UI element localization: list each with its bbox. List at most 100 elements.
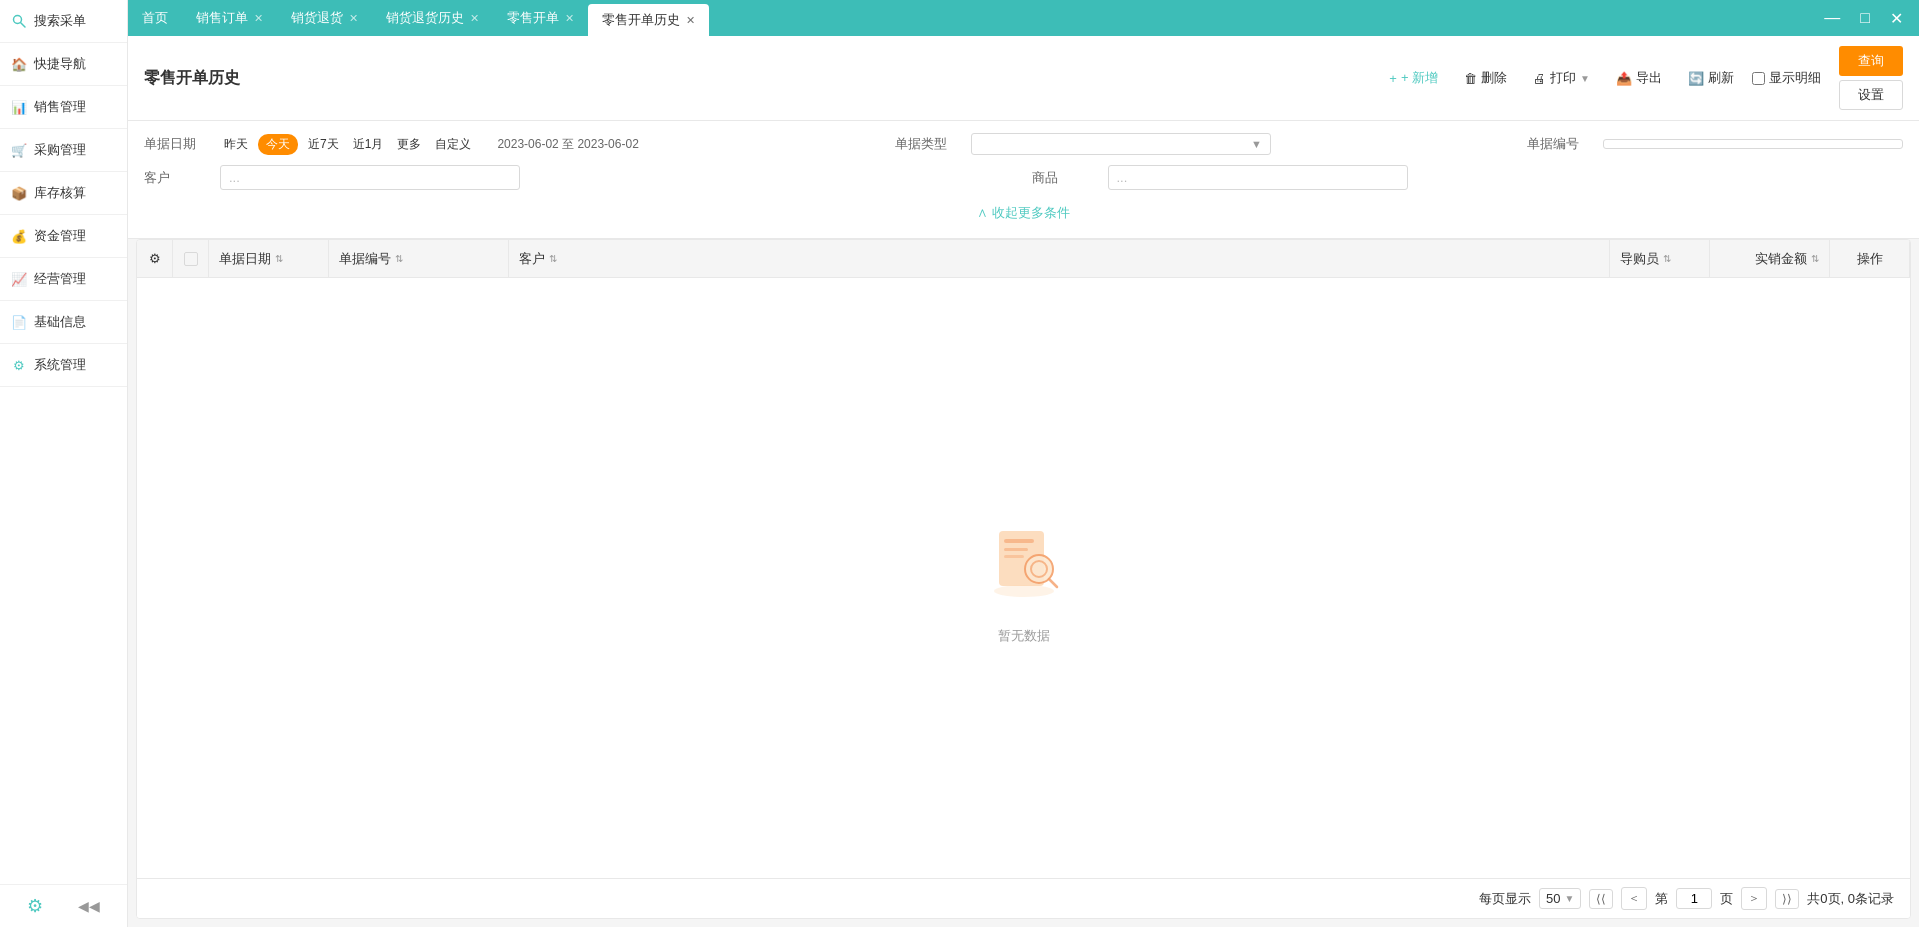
settings-footer-icon[interactable]: ⚙ — [27, 895, 43, 917]
shortcut-custom[interactable]: 自定义 — [431, 134, 475, 155]
svg-rect-4 — [1004, 539, 1034, 543]
sidebar-item-system-mgmt[interactable]: ⚙ 系统管理 — [0, 344, 127, 387]
export-icon: 📤 — [1616, 71, 1632, 86]
maximize-button[interactable]: □ — [1854, 7, 1876, 29]
th-guide[interactable]: 导购员 ⇅ — [1610, 240, 1710, 277]
filter-row-2: 客户 ... 商品 ... — [144, 165, 1903, 190]
query-button[interactable]: 查询 — [1839, 46, 1903, 76]
export-button[interactable]: 📤 导出 — [1608, 65, 1670, 91]
tab-bar: 首页 销售订单 ✕ 销货退货 ✕ 销货退货历史 ✕ 零售开单 ✕ 零售开单历史 … — [128, 0, 1919, 36]
display-cols-toggle[interactable]: 显示明细 — [1752, 69, 1821, 87]
order-type-label: 单据类型 — [895, 135, 955, 153]
tab-sales-return-close[interactable]: ✕ — [349, 12, 358, 25]
page-last-btn[interactable]: ⟩⟩ — [1775, 889, 1799, 909]
collapse-sidebar-btn[interactable]: ◀◀ — [78, 898, 100, 914]
tab-sales-order-close[interactable]: ✕ — [254, 12, 263, 25]
tab-sales-return[interactable]: 销货退货 ✕ — [277, 0, 372, 36]
sidebar-item-operation-mgmt[interactable]: 📈 经营管理 — [0, 258, 127, 301]
filter-row-1: 单据日期 昨天 今天 近7天 近1月 更多 自定义 2023-06-02 至 2… — [144, 133, 1903, 155]
empty-illustration — [974, 511, 1074, 611]
close-button[interactable]: ✕ — [1884, 7, 1909, 30]
sidebar-search-label: 搜索采单 — [34, 12, 86, 30]
page-size-value: 50 — [1546, 891, 1560, 906]
refresh-icon: 🔄 — [1688, 71, 1704, 86]
new-button[interactable]: + + 新增 — [1381, 65, 1446, 91]
sidebar-item-inventory-mgmt[interactable]: 📦 库存核算 — [0, 172, 127, 215]
print-icon: 🖨 — [1533, 71, 1546, 86]
shortcut-last7[interactable]: 近7天 — [304, 134, 343, 155]
sidebar-item-label: 销售管理 — [34, 98, 86, 116]
page-header: 零售开单历史 + + 新增 🗑 删除 🖨 打印 ▼ 📤 导出 🔄 刷新 — [128, 36, 1919, 121]
page-size-select[interactable]: 50 ▼ — [1539, 888, 1581, 909]
select-all-checkbox[interactable] — [184, 252, 198, 266]
tab-sales-return-history-close[interactable]: ✕ — [470, 12, 479, 25]
sidebar-item-basic-info[interactable]: 📄 基础信息 — [0, 301, 127, 344]
sidebar-item-label: 基础信息 — [34, 313, 86, 331]
empty-state: 暂无数据 — [137, 278, 1910, 878]
th-amount[interactable]: 实销金额 ⇅ — [1710, 240, 1830, 277]
order-no-input[interactable] — [1603, 139, 1903, 149]
tab-retail-open[interactable]: 零售开单 ✕ — [493, 0, 588, 36]
product-label: 商品 — [1032, 169, 1092, 187]
toolbar: + + 新增 🗑 删除 🖨 打印 ▼ 📤 导出 🔄 刷新 — [1381, 46, 1903, 110]
shortcut-today[interactable]: 今天 — [258, 134, 298, 155]
empty-text: 暂无数据 — [998, 627, 1050, 645]
page-prev-btn[interactable]: ＜ — [1621, 887, 1647, 910]
page-next-btn[interactable]: ＞ — [1741, 887, 1767, 910]
shortcut-more[interactable]: 更多 — [393, 134, 425, 155]
sidebar-item-purchase-mgmt[interactable]: 🛒 采购管理 — [0, 129, 127, 172]
bar-icon: 📈 — [10, 270, 28, 288]
window-controls: — □ ✕ — [1818, 7, 1919, 30]
sidebar-search[interactable]: 搜索采单 — [0, 0, 127, 43]
shortcut-yesterday[interactable]: 昨天 — [220, 134, 252, 155]
product-input[interactable]: ... — [1108, 165, 1408, 190]
sidebar-item-label: 采购管理 — [34, 141, 86, 159]
print-button[interactable]: 🖨 打印 ▼ — [1525, 65, 1598, 91]
display-cols-checkbox[interactable] — [1752, 72, 1765, 85]
svg-line-1 — [21, 23, 26, 28]
settings-button[interactable]: 设置 — [1839, 80, 1903, 110]
collapse-filter-btn[interactable]: ∧ 收起更多条件 — [144, 200, 1903, 226]
sort-guide-icon: ⇅ — [1663, 253, 1671, 264]
total-label: 共0页, 0条记录 — [1807, 890, 1894, 908]
tab-sales-return-history-label: 销货退货历史 — [386, 9, 464, 27]
th-settings[interactable]: ⚙ — [137, 240, 173, 277]
customer-input[interactable]: ... — [220, 165, 520, 190]
sidebar-item-label: 经营管理 — [34, 270, 86, 288]
refresh-button[interactable]: 🔄 刷新 — [1680, 65, 1742, 91]
sidebar-item-quick-nav[interactable]: 🏠 快捷导航 — [0, 43, 127, 86]
new-icon: + — [1389, 71, 1397, 86]
th-checkbox[interactable] — [173, 240, 209, 277]
sort-date-icon: ⇅ — [275, 253, 283, 264]
date-range-display: 2023-06-02 至 2023-06-02 — [497, 136, 638, 153]
th-date[interactable]: 单据日期 ⇅ — [209, 240, 329, 277]
sidebar-item-label: 资金管理 — [34, 227, 86, 245]
print-dropdown-icon: ▼ — [1580, 73, 1590, 84]
page-number-input[interactable] — [1676, 888, 1712, 909]
order-type-select[interactable]: ▼ — [971, 133, 1271, 155]
tab-retail-open-history-label: 零售开单历史 — [602, 11, 680, 29]
pagination: 每页显示 50 ▼ ⟨⟨ ＜ 第 页 ＞ ⟩⟩ 共0页, 0条记录 — [137, 878, 1910, 918]
tab-sales-return-history[interactable]: 销货退货历史 ✕ — [372, 0, 493, 36]
sidebar-footer: ⚙ ◀◀ — [0, 884, 127, 927]
tab-retail-open-label: 零售开单 — [507, 9, 559, 27]
sort-customer-icon: ⇅ — [549, 253, 557, 264]
page-first-btn[interactable]: ⟨⟨ — [1589, 889, 1613, 909]
delete-button[interactable]: 🗑 删除 — [1456, 65, 1515, 91]
svg-rect-6 — [1004, 555, 1024, 558]
date-label: 单据日期 — [144, 135, 204, 153]
wallet-icon: 💰 — [10, 227, 28, 245]
shortcut-last-month[interactable]: 近1月 — [349, 134, 388, 155]
sidebar-item-sales-mgmt[interactable]: 📊 销售管理 — [0, 86, 127, 129]
tab-sales-order[interactable]: 销售订单 ✕ — [182, 0, 277, 36]
sidebar-item-finance-mgmt[interactable]: 💰 资金管理 — [0, 215, 127, 258]
table-header: ⚙ 单据日期 ⇅ 单据编号 ⇅ 客户 ⇅ 导购员 ⇅ 实销金额 ⇅ — [137, 240, 1910, 278]
th-order-no[interactable]: 单据编号 ⇅ — [329, 240, 509, 277]
tab-retail-open-history-close[interactable]: ✕ — [686, 14, 695, 27]
tab-retail-open-close[interactable]: ✕ — [565, 12, 574, 25]
tab-retail-open-history[interactable]: 零售开单历史 ✕ — [588, 4, 709, 36]
th-customer[interactable]: 客户 ⇅ — [509, 240, 1610, 277]
tab-home[interactable]: 首页 — [128, 0, 182, 36]
filter-area: 单据日期 昨天 今天 近7天 近1月 更多 自定义 2023-06-02 至 2… — [128, 121, 1919, 239]
minimize-button[interactable]: — — [1818, 7, 1846, 29]
